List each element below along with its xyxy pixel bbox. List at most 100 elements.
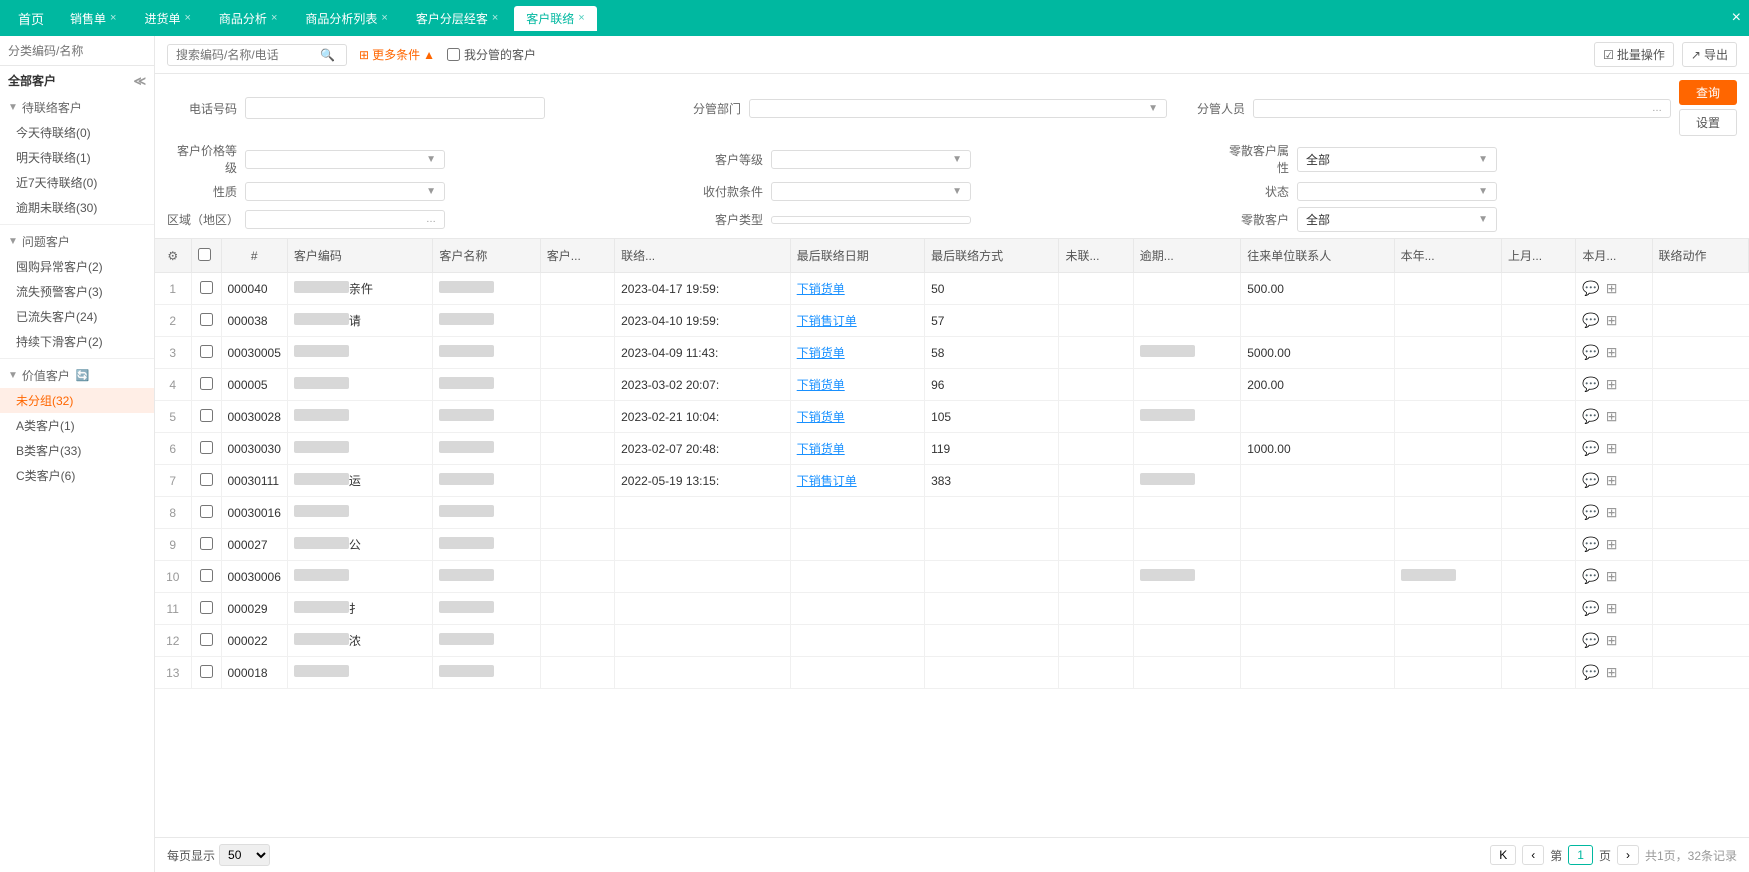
close-icon[interactable]: × [492, 12, 498, 24]
sidebar-item-churned[interactable]: 已流失客户(24) [0, 304, 154, 329]
chat-icon[interactable]: 💬 [1582, 632, 1599, 649]
row-select-checkbox[interactable] [200, 441, 213, 454]
last-type-link[interactable]: 下销货单 [797, 442, 845, 456]
problem-group-header[interactable]: ▼ 问题客户 [0, 229, 154, 254]
close-icon[interactable]: × [578, 12, 584, 24]
chat-icon[interactable]: 💬 [1582, 568, 1599, 585]
nav-tab-product-list[interactable]: 商品分析列表 × [293, 6, 399, 31]
chat-icon[interactable]: 💬 [1582, 376, 1599, 393]
more-filters-button[interactable]: ⊞ 更多条件 ▲ [359, 46, 435, 63]
chat-icon[interactable]: 💬 [1582, 280, 1599, 297]
chat-icon[interactable]: 💬 [1582, 440, 1599, 457]
row-select-checkbox[interactable] [200, 313, 213, 326]
nav-tab-product-analysis[interactable]: 商品分析 × [207, 6, 289, 31]
chat-icon[interactable]: 💬 [1582, 600, 1599, 617]
sidebar-item-class-b[interactable]: B类客户(33) [0, 438, 154, 463]
grid-icon[interactable]: ⊞ [1606, 408, 1618, 425]
grid-icon[interactable]: ⊞ [1606, 632, 1618, 649]
person-select[interactable]: … [1253, 99, 1671, 118]
reset-button[interactable]: 设置 [1679, 109, 1737, 136]
close-icon[interactable]: × [271, 12, 277, 24]
row-select-checkbox[interactable] [200, 505, 213, 518]
nav-tab-sales[interactable]: 销售单 × [58, 6, 128, 31]
last-type-link[interactable]: 下销货单 [797, 346, 845, 360]
search-icon[interactable]: 🔍 [320, 48, 335, 62]
nav-tab-customer-layer[interactable]: 客户分层经客 × [404, 6, 510, 31]
region-select[interactable]: … [245, 210, 445, 229]
sidebar-item-ungroup[interactable]: 未分组(32) [0, 388, 154, 413]
last-type-link[interactable]: 下销货单 [797, 378, 845, 392]
grid-icon[interactable]: ⊞ [1606, 536, 1618, 553]
row-select-checkbox[interactable] [200, 665, 213, 678]
last-type-link[interactable]: 下销售订单 [797, 474, 857, 488]
sidebar-item-hoard-abnormal[interactable]: 囤购异常客户(2) [0, 254, 154, 279]
select-all-checkbox[interactable] [198, 248, 211, 261]
phone-input[interactable] [245, 97, 545, 119]
sidebar-search-input[interactable] [8, 44, 155, 58]
chat-icon[interactable]: 💬 [1582, 664, 1599, 681]
chat-icon[interactable]: 💬 [1582, 472, 1599, 489]
status-select[interactable]: ▼ [1297, 182, 1497, 201]
sidebar-item-class-a[interactable]: A类客户(1) [0, 413, 154, 438]
sidebar-item-7days-pending[interactable]: 近7天待联络(0) [0, 170, 154, 195]
sidebar-item-class-c[interactable]: C类客户(6) [0, 463, 154, 488]
main-search-input[interactable] [176, 48, 316, 62]
grid-icon[interactable]: ⊞ [1606, 376, 1618, 393]
all-customers-header[interactable]: 全部客户 ≪ [0, 66, 154, 95]
next-page-button[interactable]: › [1617, 845, 1639, 865]
sidebar-item-tomorrow-pending[interactable]: 明天待联络(1) [0, 145, 154, 170]
grid-icon[interactable]: ⊞ [1606, 472, 1618, 489]
row-select-checkbox[interactable] [200, 377, 213, 390]
customer-grade-select[interactable]: ▼ [771, 150, 971, 169]
chat-icon[interactable]: 💬 [1582, 344, 1599, 361]
nav-tab-purchase[interactable]: 进货单 × [132, 6, 202, 31]
grid-icon[interactable]: ⊞ [1606, 344, 1618, 361]
last-type-link[interactable]: 下销货单 [797, 282, 845, 296]
grid-icon[interactable]: ⊞ [1606, 312, 1618, 329]
grid-icon[interactable]: ⊞ [1606, 600, 1618, 617]
close-icon[interactable]: × [110, 12, 116, 24]
dept-select[interactable]: ▼ [749, 99, 1167, 118]
sidebar-item-declining[interactable]: 持续下滑客户(2) [0, 329, 154, 354]
customer-type-select[interactable] [771, 216, 971, 224]
row-select-checkbox[interactable] [200, 281, 213, 294]
chat-icon[interactable]: 💬 [1582, 312, 1599, 329]
last-type-link[interactable]: 下销货单 [797, 410, 845, 424]
sidebar-item-churn-warning[interactable]: 流失预警客户(3) [0, 279, 154, 304]
sidebar-item-today-pending[interactable]: 今天待联络(0) [0, 120, 154, 145]
export-button[interactable]: ↗ 导出 [1682, 42, 1737, 67]
retail-customer-select[interactable]: 全部 ▼ [1297, 207, 1497, 232]
row-select-checkbox[interactable] [200, 601, 213, 614]
close-icon[interactable]: × [381, 12, 387, 24]
grid-icon[interactable]: ⊞ [1606, 440, 1618, 457]
row-select-checkbox[interactable] [200, 473, 213, 486]
grid-icon[interactable]: ⊞ [1606, 504, 1618, 521]
chat-icon[interactable]: 💬 [1582, 536, 1599, 553]
pending-group-header[interactable]: ▼ 待联络客户 [0, 95, 154, 120]
nav-tab-customer-contact[interactable]: 客户联络 × [514, 6, 596, 31]
row-select-checkbox[interactable] [200, 409, 213, 422]
gender-select[interactable]: ▼ [245, 182, 445, 201]
row-select-checkbox[interactable] [200, 633, 213, 646]
last-type-link[interactable]: 下销售订单 [797, 314, 857, 328]
sidebar-item-overdue-pending[interactable]: 逾期未联络(30) [0, 195, 154, 220]
chat-icon[interactable]: 💬 [1582, 504, 1599, 521]
grid-icon[interactable]: ⊞ [1606, 280, 1618, 297]
batch-op-button[interactable]: ☑ 批量操作 [1594, 42, 1674, 67]
settings-column-header[interactable]: ⚙ [155, 239, 191, 273]
first-page-button[interactable]: K [1490, 845, 1516, 865]
page-size-select[interactable]: 50 20 100 [219, 844, 270, 866]
row-select-checkbox[interactable] [200, 345, 213, 358]
payment-select[interactable]: ▼ [771, 182, 971, 201]
grid-icon[interactable]: ⊞ [1606, 568, 1618, 585]
retail-attr-select[interactable]: 全部 ▼ [1297, 147, 1497, 172]
row-select-checkbox[interactable] [200, 537, 213, 550]
chat-icon[interactable]: 💬 [1582, 408, 1599, 425]
nav-home[interactable]: 首页 [8, 5, 54, 32]
my-customers-check[interactable] [447, 48, 460, 61]
prev-page-button[interactable]: ‹ [1522, 845, 1544, 865]
grid-icon[interactable]: ⊞ [1606, 664, 1618, 681]
price-grade-select[interactable]: ▼ [245, 150, 445, 169]
close-all-tabs-button[interactable]: × [1732, 9, 1741, 27]
row-select-checkbox[interactable] [200, 569, 213, 582]
